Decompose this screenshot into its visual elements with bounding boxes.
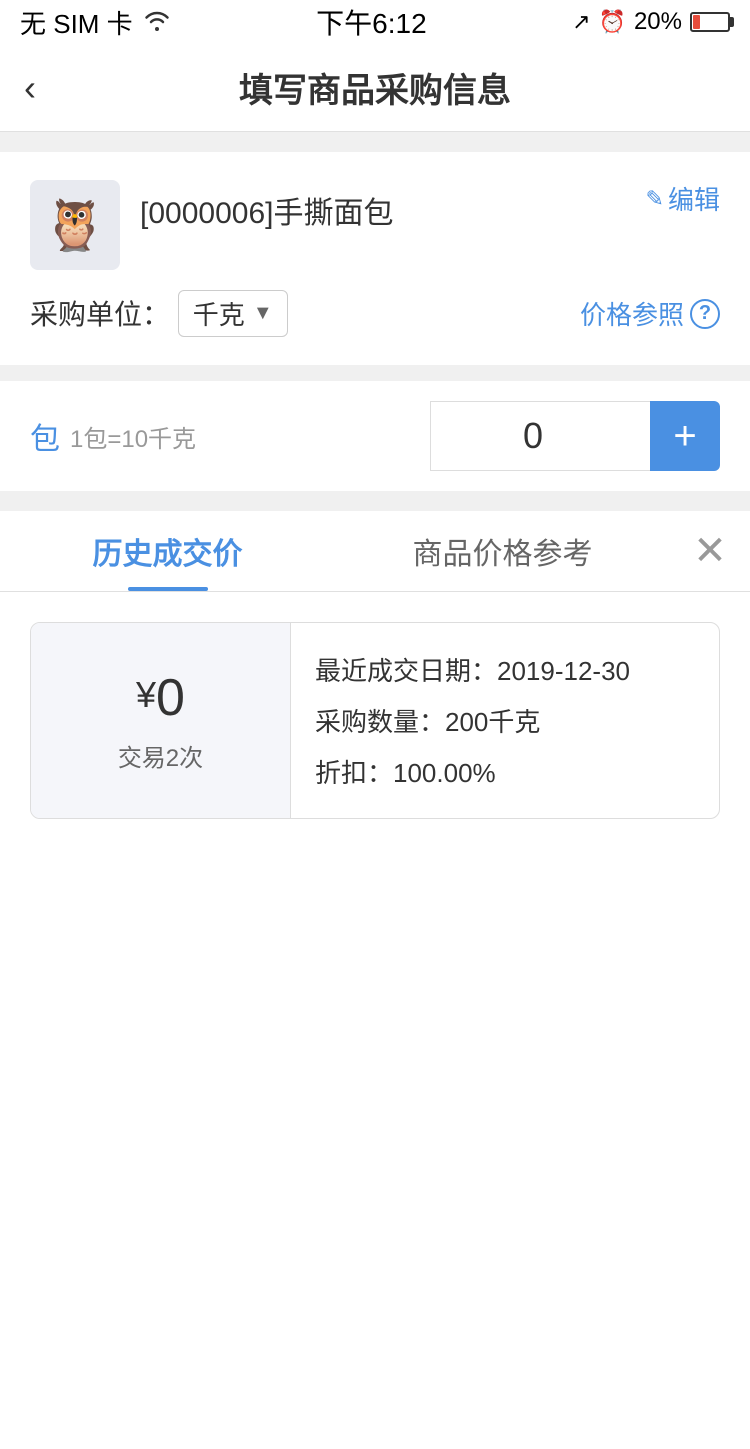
- price-ref-label: 价格参照: [580, 295, 684, 332]
- section-divider: [0, 365, 750, 381]
- discount-value: 100.00%: [393, 758, 496, 788]
- battery-percent: 20%: [634, 8, 682, 36]
- price-card-right: 最近成交日期：2019-12-30 采购数量：200千克 折扣：100.00%: [291, 623, 719, 818]
- tab-section: 历史成交价 商品价格参考 ✕ ¥0 交易2次 最近成交日期：2019-12-30…: [0, 511, 750, 849]
- purchase-unit-row: 采购单位： 千克 ▼ 价格参照 ?: [30, 290, 720, 337]
- product-header: 🦉 [0000006]手撕面包 ✎ 编辑: [30, 180, 720, 270]
- price-value: 0: [156, 669, 185, 727]
- plus-icon: +: [673, 414, 696, 459]
- history-price-content: ¥0 交易2次 最近成交日期：2019-12-30 采购数量：200千克 折扣：…: [0, 592, 750, 849]
- close-icon: ✕: [693, 528, 727, 574]
- unit-box-label: 包: [30, 414, 60, 458]
- recent-date-row: 最近成交日期：2019-12-30: [315, 651, 695, 688]
- page-title: 填写商品采购信息: [239, 63, 511, 112]
- product-section: 🦉 [0000006]手撕面包 ✎ 编辑 采购单位： 千克 ▼ 价格参照 ?: [0, 152, 750, 365]
- purchase-qty-label: 采购数量：: [315, 707, 445, 737]
- product-left: 🦉 [0000006]手撕面包: [30, 180, 393, 270]
- status-bar-left: 无 SIM 卡: [20, 4, 171, 41]
- edit-label: 编辑: [668, 180, 720, 217]
- quantity-input-group: +: [430, 401, 720, 471]
- tab-product-price-ref[interactable]: 商品价格参考: [335, 511, 670, 591]
- carrier-text: 无 SIM 卡: [20, 4, 133, 41]
- product-image: 🦉: [30, 180, 120, 270]
- status-bar-time: 下午6:12: [316, 2, 427, 42]
- recent-date-label: 最近成交日期：: [315, 656, 497, 686]
- quantity-input[interactable]: [430, 401, 650, 471]
- quantity-unit-info: 包 1包=10千克: [30, 414, 196, 458]
- location-icon: ↗: [572, 9, 590, 35]
- battery-icon: [690, 12, 730, 32]
- unit-value: 千克: [193, 295, 245, 332]
- status-bar: 无 SIM 卡 下午6:12 ↗ ⏰ 20%: [0, 0, 750, 44]
- product-thumbnail-icon: 🦉: [44, 196, 106, 255]
- tab-close-button[interactable]: ✕: [670, 511, 750, 591]
- quantity-row: 包 1包=10千克 +: [0, 381, 750, 491]
- unit-dropdown-arrow: ▼: [253, 302, 273, 325]
- discount-row: 折扣：100.00%: [315, 753, 695, 790]
- tab-history-price[interactable]: 历史成交价: [0, 511, 335, 591]
- unit-conversion: 1包=10千克: [70, 419, 196, 454]
- bottom-area: [0, 849, 750, 1449]
- unit-select[interactable]: 千克 ▼: [178, 290, 288, 337]
- price-transactions: 交易2次: [118, 738, 203, 773]
- nav-bar: ‹ 填写商品采购信息: [0, 44, 750, 132]
- price-display: ¥0: [136, 668, 185, 728]
- recent-date-value: 2019-12-30: [497, 656, 630, 686]
- price-ref-button[interactable]: 价格参照 ?: [580, 295, 720, 332]
- purchase-unit-label: 采购单位：: [30, 299, 170, 330]
- wifi-icon: [143, 7, 171, 38]
- edit-icon: ✎: [646, 186, 664, 212]
- price-card-left: ¥0 交易2次: [31, 623, 291, 818]
- purchase-qty-row: 采购数量：200千克: [315, 702, 695, 739]
- back-button[interactable]: ‹: [24, 67, 36, 109]
- tab-history-price-label: 历史成交价: [93, 529, 243, 573]
- price-symbol: ¥: [136, 674, 156, 715]
- purchase-unit-left: 采购单位： 千克 ▼: [30, 290, 288, 337]
- alarm-icon: ⏰: [599, 9, 626, 35]
- status-bar-right: ↗ ⏰ 20%: [572, 8, 730, 36]
- discount-label: 折扣：: [315, 758, 393, 788]
- tab-product-price-ref-label: 商品价格参考: [413, 529, 593, 573]
- purchase-qty-value: 200千克: [445, 707, 540, 737]
- edit-button[interactable]: ✎ 编辑: [646, 180, 720, 217]
- product-name: [0000006]手撕面包: [140, 180, 393, 232]
- tab-bar: 历史成交价 商品价格参考 ✕: [0, 511, 750, 592]
- price-card: ¥0 交易2次 最近成交日期：2019-12-30 采购数量：200千克 折扣：…: [30, 622, 720, 819]
- quantity-plus-button[interactable]: +: [650, 401, 720, 471]
- help-icon: ?: [690, 299, 720, 329]
